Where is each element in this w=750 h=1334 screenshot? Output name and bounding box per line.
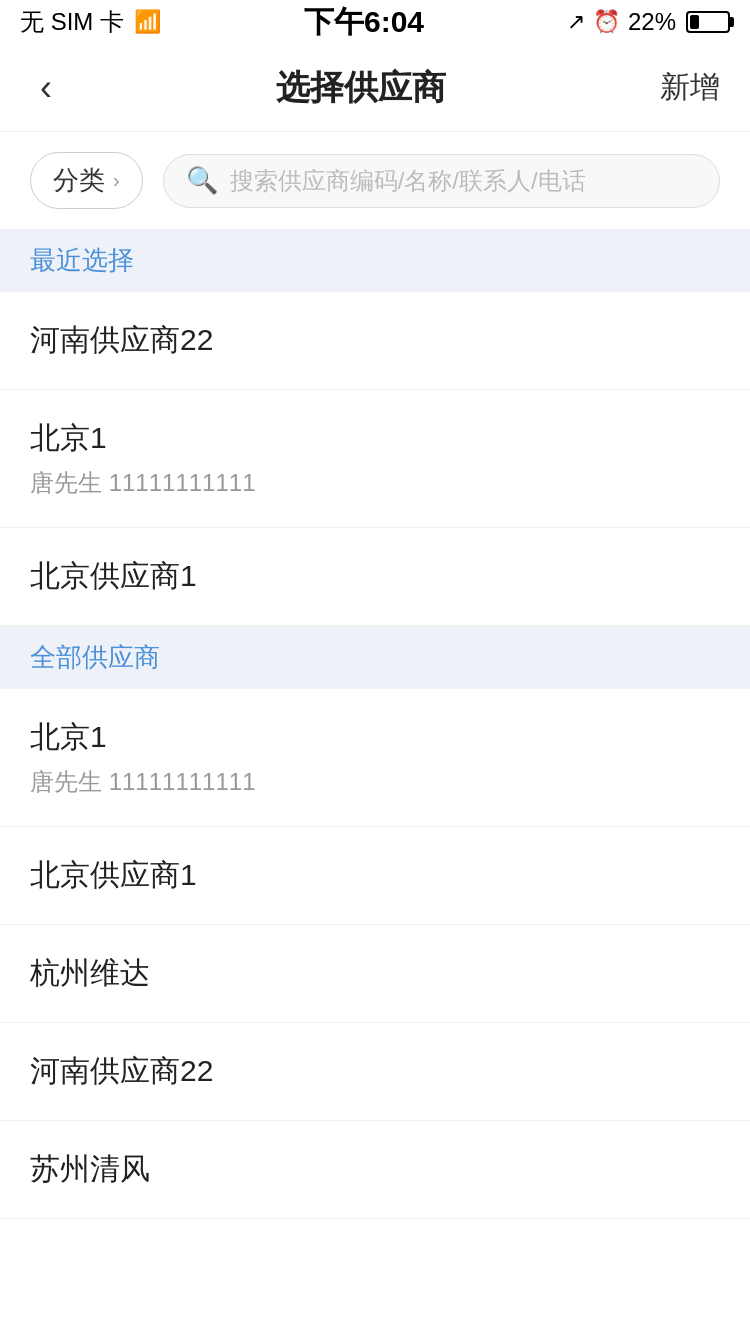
- new-supplier-button[interactable]: 新增: [660, 67, 720, 108]
- search-icon: 🔍: [186, 165, 218, 196]
- list-item[interactable]: 北京1 唐先生 11111111111: [0, 390, 750, 528]
- list-item[interactable]: 北京供应商1: [0, 827, 750, 925]
- list-item[interactable]: 苏州清风: [0, 1121, 750, 1219]
- chevron-right-icon: ›: [113, 169, 120, 192]
- back-button[interactable]: ‹: [30, 57, 62, 119]
- battery-icon: [686, 11, 730, 33]
- status-bar: 无 SIM 卡 📶 下午6:04 ↗ ⏰ 22%: [0, 0, 750, 44]
- status-left: 无 SIM 卡 📶: [20, 6, 161, 38]
- item-contact: 唐先生 11111111111: [30, 766, 720, 798]
- search-placeholder: 搜索供应商编码/名称/联系人/电话: [230, 165, 586, 197]
- carrier-label: 无 SIM 卡: [20, 6, 124, 38]
- item-contact: 唐先生 11111111111: [30, 467, 720, 499]
- status-right: ↗ ⏰ 22%: [567, 8, 730, 36]
- item-name: 河南供应商22: [30, 1051, 720, 1092]
- search-box[interactable]: 🔍 搜索供应商编码/名称/联系人/电话: [163, 154, 720, 208]
- list-item[interactable]: 杭州维达: [0, 925, 750, 1023]
- item-name: 北京1: [30, 717, 720, 758]
- wifi-icon: 📶: [134, 9, 161, 35]
- item-name: 苏州清风: [30, 1149, 720, 1190]
- category-label: 分类: [53, 163, 105, 198]
- page-title: 选择供应商: [276, 65, 446, 111]
- item-name: 北京供应商1: [30, 556, 720, 597]
- status-time: 下午6:04: [304, 2, 424, 43]
- list-item[interactable]: 河南供应商22: [0, 292, 750, 390]
- list-item[interactable]: 北京供应商1: [0, 528, 750, 626]
- all-items-list: 北京1 唐先生 11111111111 北京供应商1 杭州维达 河南供应商22 …: [0, 689, 750, 1219]
- item-name: 北京1: [30, 418, 720, 459]
- category-button[interactable]: 分类 ›: [30, 152, 143, 209]
- item-name: 北京供应商1: [30, 855, 720, 896]
- recent-section-header: 最近选择: [0, 229, 750, 292]
- nav-bar: ‹ 选择供应商 新增: [0, 44, 750, 132]
- item-name: 河南供应商22: [30, 320, 720, 361]
- location-icon: ↗: [567, 9, 585, 35]
- list-item[interactable]: 河南供应商22: [0, 1023, 750, 1121]
- list-item[interactable]: 北京1 唐先生 11111111111: [0, 689, 750, 827]
- all-section-header: 全部供应商: [0, 626, 750, 689]
- recent-items-list: 河南供应商22 北京1 唐先生 11111111111 北京供应商1: [0, 292, 750, 626]
- filter-bar: 分类 › 🔍 搜索供应商编码/名称/联系人/电话: [0, 132, 750, 229]
- alarm-icon: ⏰: [593, 9, 620, 35]
- item-name: 杭州维达: [30, 953, 720, 994]
- battery-percent: 22%: [628, 8, 676, 36]
